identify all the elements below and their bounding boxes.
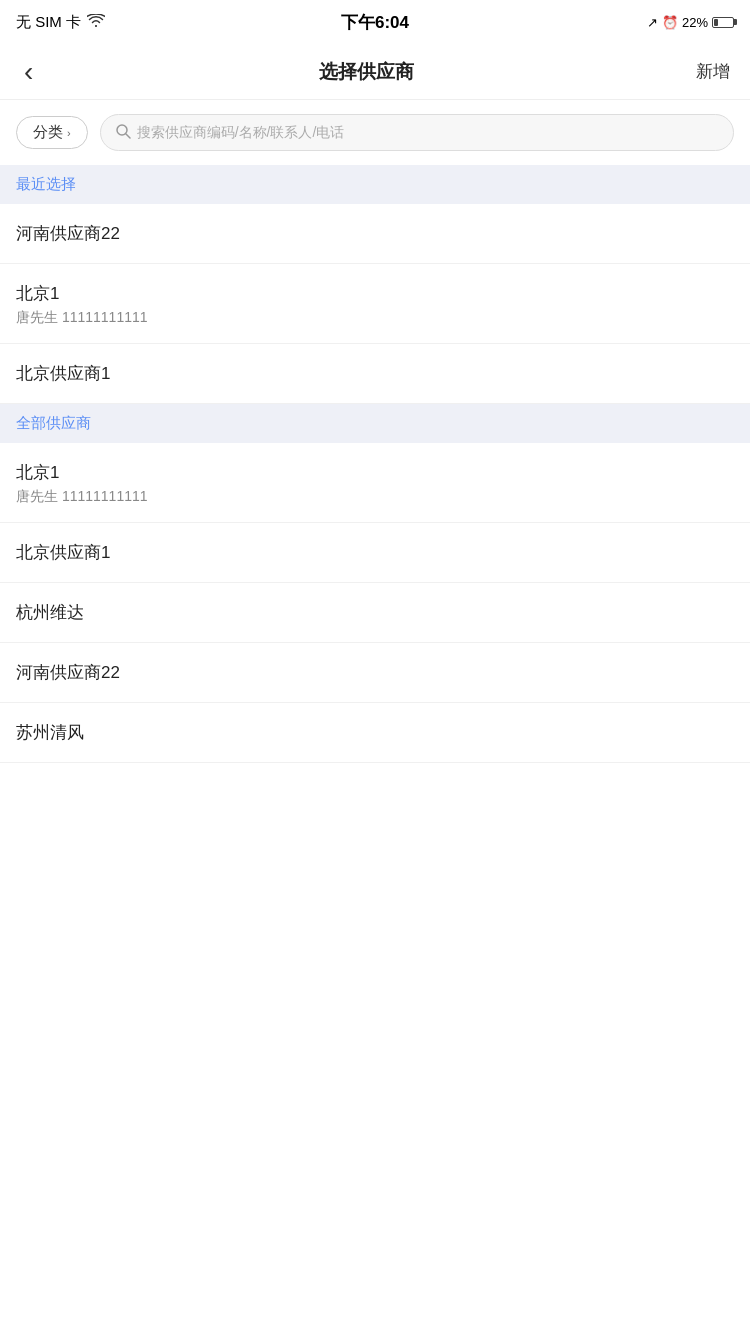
list-item[interactable]: 北京1 唐先生 11111111111 bbox=[0, 264, 750, 344]
list-item[interactable]: 河南供应商22 bbox=[0, 204, 750, 264]
item-name: 河南供应商22 bbox=[16, 661, 734, 684]
carrier-text: 无 SIM 卡 bbox=[16, 13, 81, 32]
back-button[interactable]: ‹ bbox=[20, 52, 37, 92]
status-right: ↗ ⏰ 22% bbox=[647, 15, 734, 30]
list-item[interactable]: 北京供应商1 bbox=[0, 344, 750, 404]
status-left: 无 SIM 卡 bbox=[16, 13, 105, 32]
all-items-list: 北京1 唐先生 11111111111 北京供应商1 杭州维达 河南供应商22 … bbox=[0, 443, 750, 763]
search-placeholder: 搜索供应商编码/名称/联系人/电话 bbox=[137, 124, 345, 142]
battery-percent: 22% bbox=[682, 15, 708, 30]
wifi-icon bbox=[87, 14, 105, 31]
status-time: 下午6:04 bbox=[341, 11, 409, 34]
location-icon: ↗ bbox=[647, 15, 658, 30]
page-title: 选择供应商 bbox=[319, 59, 414, 85]
list-item[interactable]: 杭州维达 bbox=[0, 583, 750, 643]
item-name: 北京1 bbox=[16, 282, 734, 305]
battery-icon bbox=[712, 17, 734, 28]
search-icon bbox=[115, 123, 131, 142]
item-name: 河南供应商22 bbox=[16, 222, 734, 245]
recent-items-list: 河南供应商22 北京1 唐先生 11111111111 北京供应商1 bbox=[0, 204, 750, 404]
recent-section-label: 最近选择 bbox=[16, 175, 76, 192]
list-item[interactable]: 北京1 唐先生 11111111111 bbox=[0, 443, 750, 523]
search-box[interactable]: 搜索供应商编码/名称/联系人/电话 bbox=[100, 114, 734, 151]
recent-section-header: 最近选择 bbox=[0, 165, 750, 204]
item-name: 北京供应商1 bbox=[16, 541, 734, 564]
item-name: 苏州清风 bbox=[16, 721, 734, 744]
chevron-right-icon: › bbox=[67, 127, 71, 139]
item-name: 北京供应商1 bbox=[16, 362, 734, 385]
status-bar: 无 SIM 卡 下午6:04 ↗ ⏰ 22% bbox=[0, 0, 750, 44]
add-button[interactable]: 新增 bbox=[696, 60, 730, 83]
item-contact: 唐先生 11111111111 bbox=[16, 309, 734, 327]
category-button[interactable]: 分类 › bbox=[16, 116, 88, 149]
item-contact: 唐先生 11111111111 bbox=[16, 488, 734, 506]
nav-bar: ‹ 选择供应商 新增 bbox=[0, 44, 750, 100]
all-section-label: 全部供应商 bbox=[16, 414, 91, 431]
list-item[interactable]: 北京供应商1 bbox=[0, 523, 750, 583]
item-name: 杭州维达 bbox=[16, 601, 734, 624]
all-section-header: 全部供应商 bbox=[0, 404, 750, 443]
item-name: 北京1 bbox=[16, 461, 734, 484]
category-label: 分类 bbox=[33, 123, 63, 142]
svg-line-1 bbox=[126, 134, 130, 138]
list-item[interactable]: 河南供应商22 bbox=[0, 643, 750, 703]
filter-bar: 分类 › 搜索供应商编码/名称/联系人/电话 bbox=[0, 100, 750, 165]
alarm-icon: ⏰ bbox=[662, 15, 678, 30]
list-item[interactable]: 苏州清风 bbox=[0, 703, 750, 763]
